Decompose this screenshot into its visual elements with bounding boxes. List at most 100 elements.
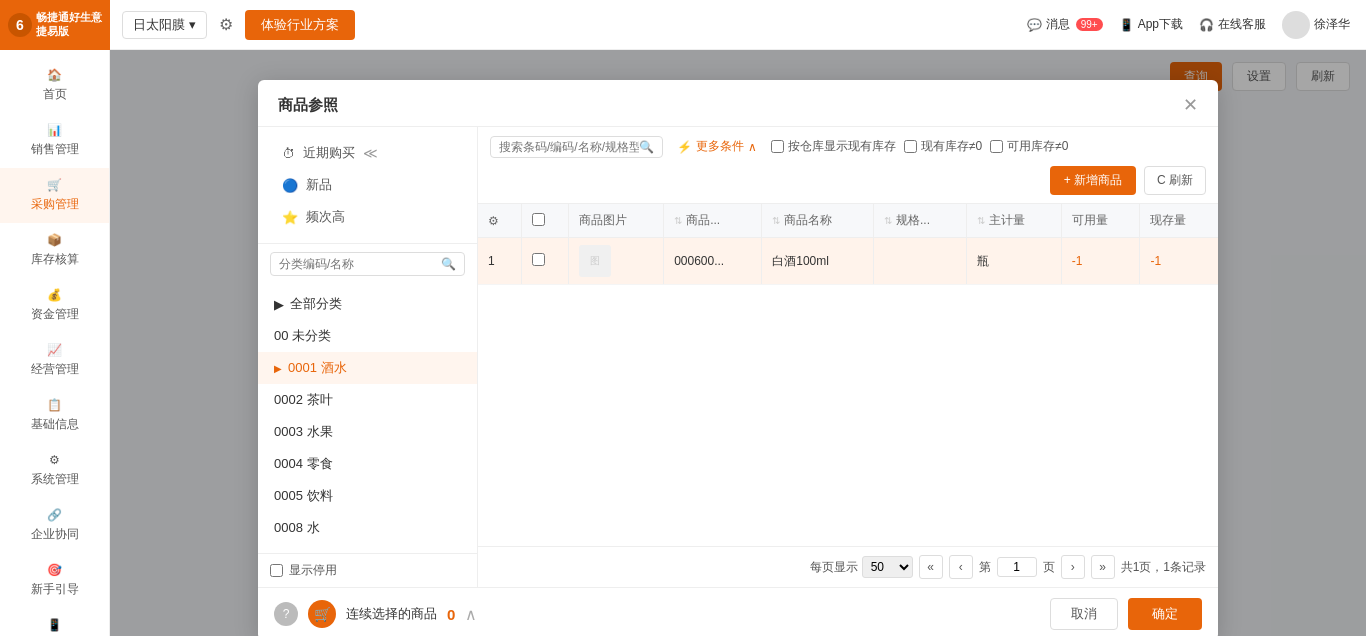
next-page-button[interactable]: ›	[1061, 555, 1085, 579]
cancel-button[interactable]: 取消	[1050, 598, 1118, 630]
filter-button[interactable]: ⚡ 更多条件 ∧	[671, 135, 763, 158]
sidebar-label-finance: 资金管理	[31, 306, 79, 323]
row-checkbox[interactable]	[532, 253, 545, 266]
category-liquor[interactable]: ▶ 0001 酒水	[258, 352, 477, 384]
sidebar-item-operations[interactable]: 📈 经营管理	[0, 333, 109, 388]
select-all-checkbox[interactable]	[532, 213, 545, 226]
cart-icon[interactable]: 🛒	[308, 600, 336, 628]
operations-icon: 📈	[47, 343, 62, 357]
sidebar-item-home[interactable]: 🏠 首页	[0, 58, 109, 113]
app-download-item[interactable]: 📱 App下载	[1119, 16, 1183, 33]
stock-value: -1	[1150, 254, 1161, 268]
th-checkbox[interactable]	[521, 204, 568, 238]
help-icon[interactable]: ?	[274, 602, 298, 626]
main-layout: 🏠 首页 📊 销售管理 🛒 采购管理 📦 库存核算 💰 资金管理 📈 经营管理 …	[0, 50, 1366, 636]
sidebar-item-basics[interactable]: 📋 基础信息	[0, 388, 109, 443]
th-settings[interactable]: ⚙	[478, 204, 521, 238]
warehouse-checkbox[interactable]	[771, 140, 784, 153]
available-checkbox[interactable]	[904, 140, 917, 153]
online-service-item[interactable]: 🎧 在线客服	[1199, 16, 1266, 33]
cell-num: 1	[478, 238, 521, 285]
category-beverage[interactable]: 0005 饮料	[258, 480, 477, 512]
per-page-select[interactable]: 每页显示 50 100 200	[810, 556, 913, 578]
inventory-icon: 📦	[47, 233, 62, 247]
refresh-button[interactable]: C 刷新	[1144, 166, 1206, 195]
quick-item-recent[interactable]: ⏱ 近期购买 ≪	[270, 137, 465, 169]
th-name-label: 商品名称	[784, 212, 832, 229]
sidebar-item-finance[interactable]: 💰 资金管理	[0, 278, 109, 333]
check-available-nonzero[interactable]: 现有库存≠0	[904, 138, 982, 155]
user-item[interactable]: 徐泽华	[1282, 11, 1350, 39]
category-appliance[interactable]: 0010 家电	[258, 544, 477, 553]
show-disabled-checkbox[interactable]	[270, 564, 283, 577]
footer-collapse-icon[interactable]: ∧	[465, 605, 477, 624]
th-spec[interactable]: ⇅ 规格...	[874, 204, 967, 238]
category-water[interactable]: 0008 水	[258, 512, 477, 544]
search-box[interactable]: 🔍	[490, 136, 663, 158]
sidebar-item-enterprise[interactable]: 🔗 企业协同	[0, 498, 109, 553]
quick-list: ⏱ 近期购买 ≪ 🔵 新品 ⭐ 频次高	[270, 137, 465, 233]
usable-checkbox[interactable]	[990, 140, 1003, 153]
check-usable-nonzero[interactable]: 可用库存≠0	[990, 138, 1068, 155]
category-search[interactable]: 🔍	[270, 252, 465, 276]
gear-icon[interactable]: ⚙	[219, 15, 233, 34]
th-image: 商品图片	[568, 204, 663, 238]
category-unclassified-label: 00 未分类	[274, 327, 331, 345]
recent-icon: ⏱	[282, 146, 295, 161]
message-icon: 💬	[1027, 18, 1042, 32]
category-snacks[interactable]: 0004 零食	[258, 448, 477, 480]
sidebar-item-apps[interactable]: 📱 应用中心	[0, 608, 109, 636]
check-warehouse[interactable]: 按仓库显示现有库存	[771, 138, 896, 155]
th-unit[interactable]: ⇅ 主计量	[966, 204, 1061, 238]
basics-icon: 📋	[47, 398, 62, 412]
modal-title: 商品参照	[278, 96, 338, 115]
nav-right: 💬 消息 99+ 📱 App下载 🎧 在线客服 徐泽华	[1027, 11, 1350, 39]
logo: 6 畅捷通好生意 捷易版	[0, 0, 110, 50]
sidebar-label-purchase: 采购管理	[31, 196, 79, 213]
collapse-icon[interactable]: ≪	[363, 145, 378, 161]
sidebar-item-sales[interactable]: 📊 销售管理	[0, 113, 109, 168]
th-code[interactable]: ⇅ 商品...	[664, 204, 762, 238]
sidebar-item-purchase[interactable]: 🛒 采购管理	[0, 168, 109, 223]
headset-icon: 🎧	[1199, 18, 1214, 32]
quick-item-new[interactable]: 🔵 新品	[270, 169, 465, 201]
search-input[interactable]	[499, 140, 639, 154]
add-product-button[interactable]: + 新增商品	[1050, 166, 1136, 195]
sidebar-item-inventory[interactable]: 📦 库存核算	[0, 223, 109, 278]
cell-stock: -1	[1140, 238, 1218, 285]
category-liquor-label: 0001 酒水	[288, 359, 347, 377]
available-value: -1	[1072, 254, 1083, 268]
modal-close-button[interactable]: ✕	[1183, 94, 1198, 116]
trial-button[interactable]: 体验行业方案	[245, 10, 355, 40]
filter-arrow-icon: ∧	[748, 140, 757, 154]
sort-name-icon: ⇅	[772, 215, 780, 226]
page-input[interactable]	[997, 557, 1037, 577]
first-page-button[interactable]: «	[919, 555, 943, 579]
sidebar-item-guide[interactable]: 🎯 新手引导	[0, 553, 109, 608]
table-row[interactable]: 1 图 000600... 白酒100ml 瓶	[478, 238, 1218, 285]
page-label: 第	[979, 559, 991, 576]
footer-left: ? 🛒 连续选择的商品 0 ∧	[274, 600, 477, 628]
new-label: 新品	[306, 176, 332, 194]
sidebar: 🏠 首页 📊 销售管理 🛒 采购管理 📦 库存核算 💰 资金管理 📈 经营管理 …	[0, 50, 110, 636]
cell-checkbox[interactable]	[521, 238, 568, 285]
th-available: 可用量	[1061, 204, 1140, 238]
category-all[interactable]: ▶ 全部分类	[258, 288, 477, 320]
category-unclassified[interactable]: 00 未分类	[258, 320, 477, 352]
sidebar-item-system[interactable]: ⚙ 系统管理	[0, 443, 109, 498]
category-fruit[interactable]: 0003 水果	[258, 416, 477, 448]
category-tea[interactable]: 0002 茶叶	[258, 384, 477, 416]
th-unit-label: 主计量	[989, 212, 1025, 229]
page-suffix: 页	[1043, 559, 1055, 576]
confirm-button[interactable]: 确定	[1128, 598, 1202, 630]
quick-item-frequent[interactable]: ⭐ 频次高	[270, 201, 465, 233]
logo-text: 畅捷通好生意 捷易版	[36, 11, 102, 37]
per-page-dropdown[interactable]: 50 100 200	[862, 556, 913, 578]
last-page-button[interactable]: »	[1091, 555, 1115, 579]
th-name[interactable]: ⇅ 商品名称	[762, 204, 874, 238]
prev-page-button[interactable]: ‹	[949, 555, 973, 579]
category-search-input[interactable]	[279, 257, 441, 271]
settings-icon: ⚙	[488, 214, 499, 228]
message-item[interactable]: 💬 消息 99+	[1027, 16, 1103, 33]
nav-dropdown[interactable]: 日太阳膜 ▾	[122, 11, 207, 39]
